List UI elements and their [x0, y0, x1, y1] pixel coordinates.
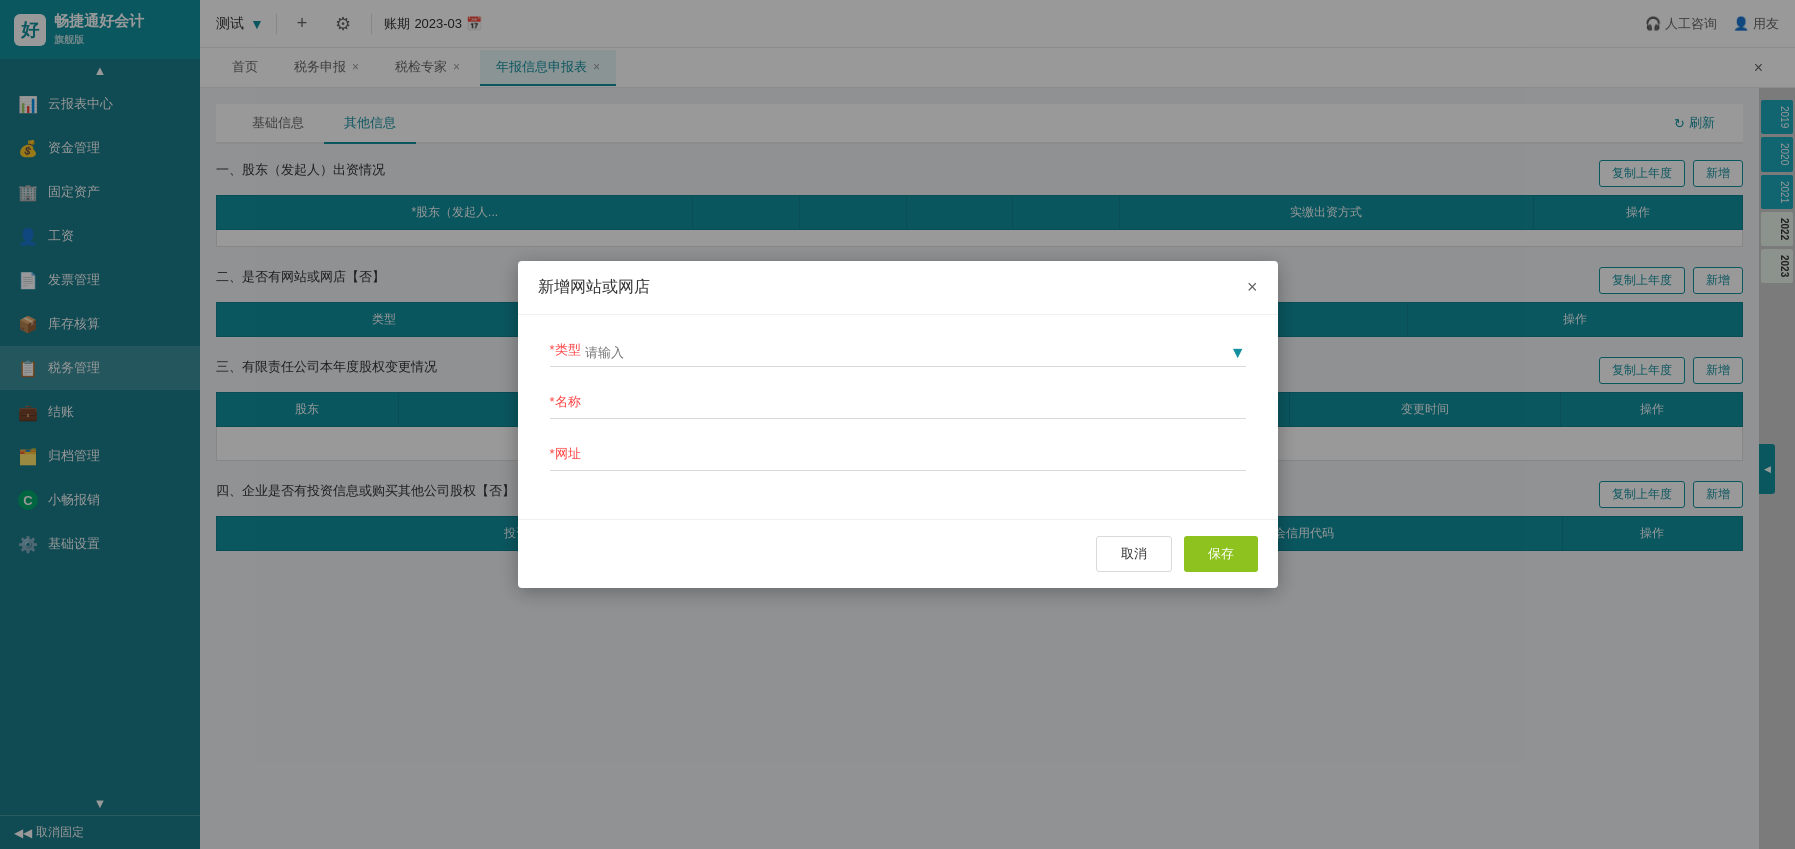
dialog-footer: 取消 保存	[518, 519, 1278, 588]
form-row-type: *类型 ▼	[550, 339, 1246, 367]
name-input[interactable]	[585, 391, 1246, 418]
type-input[interactable]	[585, 339, 1246, 366]
dialog-overlay: 新增网站或网店 × *类型 ▼ *名称 *	[0, 0, 1795, 849]
add-website-dialog: 新增网站或网店 × *类型 ▼ *名称 *	[518, 261, 1278, 588]
cancel-button[interactable]: 取消	[1096, 536, 1172, 572]
name-label: *名称	[550, 393, 581, 411]
name-input-wrap: *名称	[550, 391, 1246, 419]
type-label: *类型	[550, 341, 581, 359]
form-row-name: *名称	[550, 391, 1246, 419]
type-dropdown-icon[interactable]: ▼	[1230, 344, 1246, 362]
dialog-close-button[interactable]: ×	[1247, 277, 1258, 298]
form-row-url: *网址	[550, 443, 1246, 471]
type-input-wrap: *类型 ▼	[550, 339, 1246, 367]
dialog-title: 新增网站或网店	[538, 277, 650, 298]
dialog-body: *类型 ▼ *名称 *网址	[518, 315, 1278, 519]
save-button[interactable]: 保存	[1184, 536, 1258, 572]
dialog-header: 新增网站或网店 ×	[518, 261, 1278, 315]
url-input[interactable]	[585, 443, 1246, 470]
url-label: *网址	[550, 445, 581, 463]
url-input-wrap: *网址	[550, 443, 1246, 471]
